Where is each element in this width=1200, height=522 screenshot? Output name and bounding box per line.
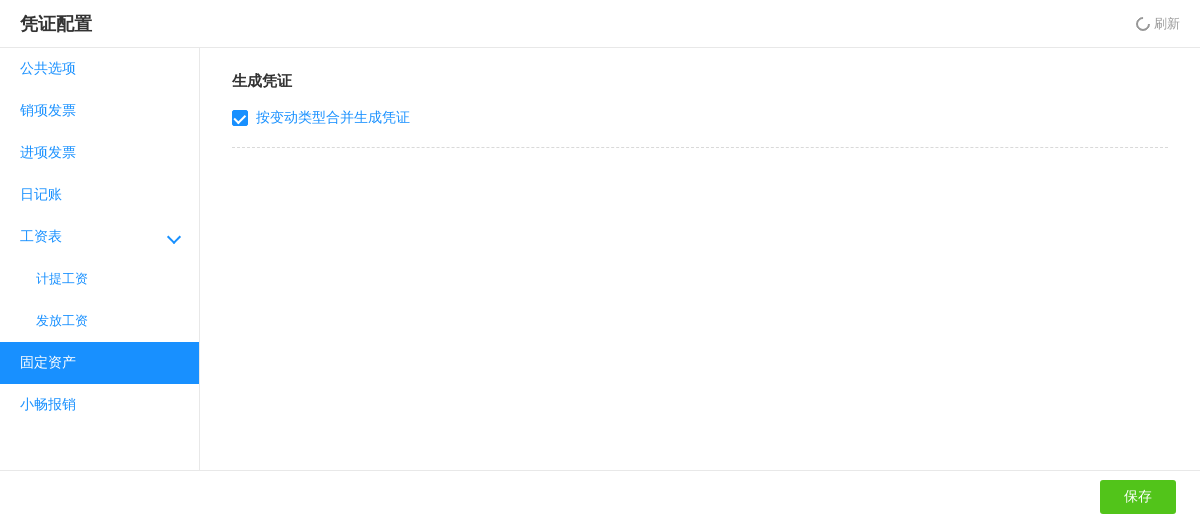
sidebar-item-journal[interactable]: 日记账: [0, 174, 199, 216]
main-layout: 公共选项 销项发票 进项发票 日记账 工资表 计提工资 发放工资 固定资产 小畅…: [0, 48, 1200, 470]
sidebar-item-label: 计提工资: [36, 270, 88, 288]
divider: [232, 147, 1168, 148]
sidebar-item-label: 固定资产: [20, 354, 76, 372]
sidebar-item-payroll-payment[interactable]: 发放工资: [0, 300, 199, 342]
refresh-label: 刷新: [1154, 15, 1180, 33]
save-button[interactable]: 保存: [1100, 480, 1176, 514]
refresh-button[interactable]: 刷新: [1136, 15, 1180, 33]
sidebar-item-fixed-assets[interactable]: 固定资产: [0, 342, 199, 384]
section-title: 生成凭证: [232, 72, 1168, 91]
sidebar-item-label: 工资表: [20, 228, 62, 246]
sidebar-item-label: 日记账: [20, 186, 62, 204]
sidebar-item-label: 销项发票: [20, 102, 76, 120]
page-header: 凭证配置 刷新: [0, 0, 1200, 48]
sidebar-item-label: 发放工资: [36, 312, 88, 330]
chevron-down-icon: [167, 230, 181, 244]
checkbox-label[interactable]: 按变动类型合并生成凭证: [256, 109, 410, 127]
content-area: 生成凭证 按变动类型合并生成凭证: [200, 48, 1200, 470]
checkbox-row: 按变动类型合并生成凭证: [232, 109, 1168, 127]
page-title: 凭证配置: [20, 12, 92, 36]
refresh-icon: [1133, 14, 1153, 34]
footer: 保存: [0, 470, 1200, 522]
sidebar-item-sales-invoice[interactable]: 销项发票: [0, 90, 199, 132]
sidebar-item-public-options[interactable]: 公共选项: [0, 48, 199, 90]
sidebar-item-payroll-accrual[interactable]: 计提工资: [0, 258, 199, 300]
sidebar-item-purchase-invoice[interactable]: 进项发票: [0, 132, 199, 174]
sidebar-item-label: 公共选项: [20, 60, 76, 78]
sidebar: 公共选项 销项发票 进项发票 日记账 工资表 计提工资 发放工资 固定资产 小畅…: [0, 48, 200, 470]
sidebar-item-expense-report[interactable]: 小畅报销: [0, 384, 199, 426]
sidebar-item-payroll[interactable]: 工资表: [0, 216, 199, 258]
sidebar-item-label: 进项发票: [20, 144, 76, 162]
sidebar-item-label: 小畅报销: [20, 396, 76, 414]
merge-by-type-checkbox[interactable]: [232, 110, 248, 126]
